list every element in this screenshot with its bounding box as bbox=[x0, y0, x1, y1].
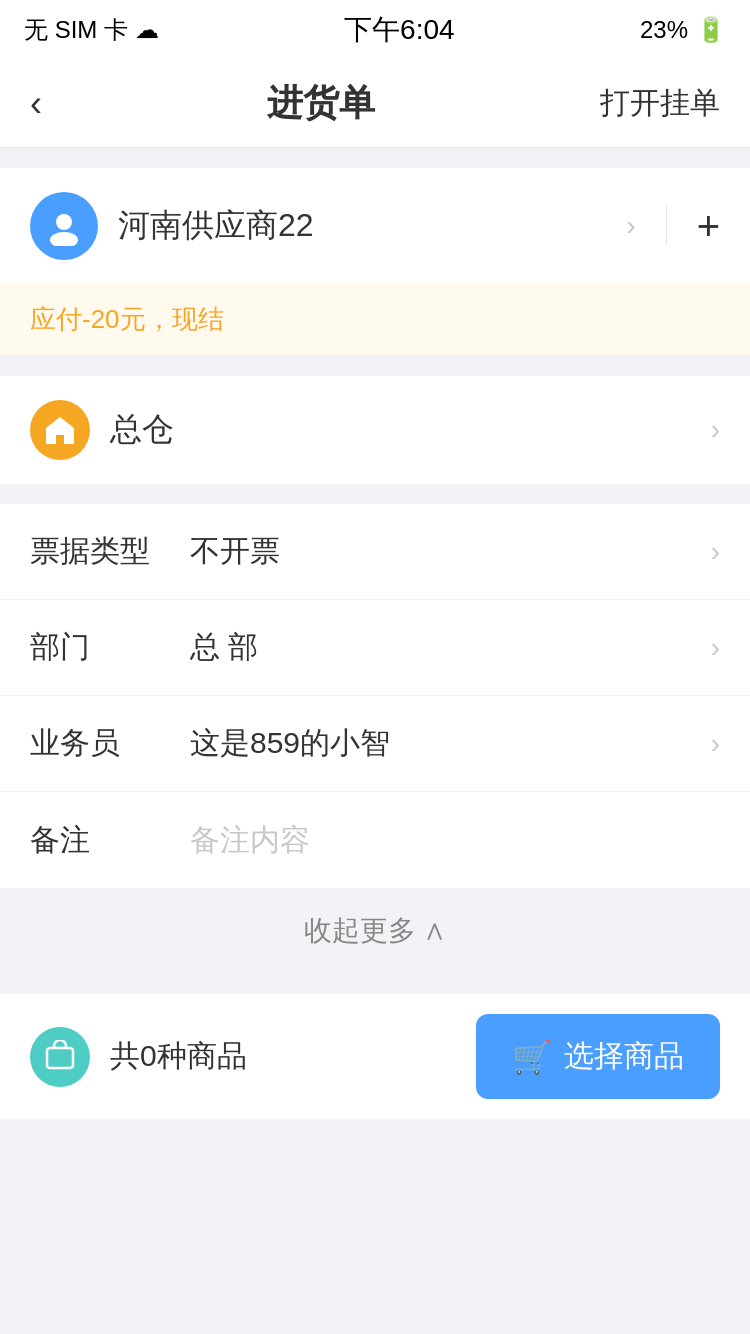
invoice-type-chevron-icon: › bbox=[711, 536, 720, 568]
person-icon bbox=[44, 206, 84, 246]
bottom-bar: 共0种商品 🛒 选择商品 bbox=[0, 994, 750, 1119]
nav-bar: ‹ 进货单 打开挂单 bbox=[0, 60, 750, 148]
department-label: 部门 bbox=[30, 627, 170, 668]
salesperson-value: 这是859的小智 bbox=[170, 723, 711, 764]
salesperson-label: 业务员 bbox=[30, 723, 170, 764]
remark-label: 备注 bbox=[30, 820, 170, 861]
collapse-button[interactable]: 收起更多 ∧ bbox=[0, 888, 750, 974]
form-section: 票据类型 不开票 › 部门 总 部 › 业务员 这是859的小智 › 备注 备注… bbox=[0, 504, 750, 888]
home-icon bbox=[43, 413, 77, 447]
supplier-row[interactable]: 河南供应商22 › + bbox=[0, 168, 750, 284]
svg-point-1 bbox=[50, 232, 78, 246]
remark-row[interactable]: 备注 备注内容 bbox=[0, 792, 750, 888]
product-icon bbox=[30, 1027, 90, 1087]
svg-rect-2 bbox=[47, 1048, 73, 1068]
select-product-label: 选择商品 bbox=[564, 1036, 684, 1077]
status-time: 下午6:04 bbox=[344, 11, 455, 49]
warehouse-row[interactable]: 总仓 › bbox=[0, 375, 750, 484]
invoice-type-label: 票据类型 bbox=[30, 531, 170, 572]
status-bar: 无 SIM 卡 ☁ 下午6:04 23% 🔋 bbox=[0, 0, 750, 60]
department-row[interactable]: 部门 总 部 › bbox=[0, 600, 750, 696]
select-product-button[interactable]: 🛒 选择商品 bbox=[476, 1014, 720, 1099]
salesperson-chevron-icon: › bbox=[711, 728, 720, 760]
warehouse-name: 总仓 bbox=[110, 408, 711, 452]
invoice-type-row[interactable]: 票据类型 不开票 › bbox=[0, 504, 750, 600]
status-right: 23% 🔋 bbox=[640, 16, 726, 44]
page-title: 进货单 bbox=[267, 79, 375, 128]
divider-1 bbox=[0, 148, 750, 168]
warehouse-icon bbox=[30, 400, 90, 460]
product-count-label: 共0种商品 bbox=[110, 1036, 476, 1077]
sim-label: 无 SIM 卡 ☁ bbox=[24, 14, 159, 46]
open-pending-button[interactable]: 打开挂单 bbox=[600, 83, 720, 124]
svg-point-0 bbox=[56, 214, 72, 230]
select-product-icon: 🛒 bbox=[512, 1038, 552, 1076]
department-chevron-icon: › bbox=[711, 632, 720, 664]
battery-icon: 🔋 bbox=[696, 16, 726, 44]
add-supplier-button[interactable]: + bbox=[666, 206, 720, 246]
supplier-section: 河南供应商22 › + 应付-20元，现结 bbox=[0, 168, 750, 355]
supplier-name: 河南供应商22 bbox=[118, 204, 626, 248]
status-left: 无 SIM 卡 ☁ bbox=[24, 14, 159, 46]
remark-input[interactable]: 备注内容 bbox=[170, 820, 720, 861]
warehouse-section: 总仓 › bbox=[0, 375, 750, 484]
invoice-type-value: 不开票 bbox=[170, 531, 711, 572]
warehouse-chevron-icon: › bbox=[711, 414, 720, 446]
battery-label: 23% bbox=[640, 16, 688, 44]
supplier-avatar bbox=[30, 192, 98, 260]
supplier-notice: 应付-20元，现结 bbox=[0, 284, 750, 355]
salesperson-row[interactable]: 业务员 这是859的小智 › bbox=[0, 696, 750, 792]
gray-background bbox=[0, 1119, 750, 1334]
department-value: 总 部 bbox=[170, 627, 711, 668]
supplier-arrow-icon: › bbox=[626, 210, 635, 242]
back-button[interactable]: ‹ bbox=[30, 83, 42, 125]
cart-icon bbox=[43, 1040, 77, 1074]
